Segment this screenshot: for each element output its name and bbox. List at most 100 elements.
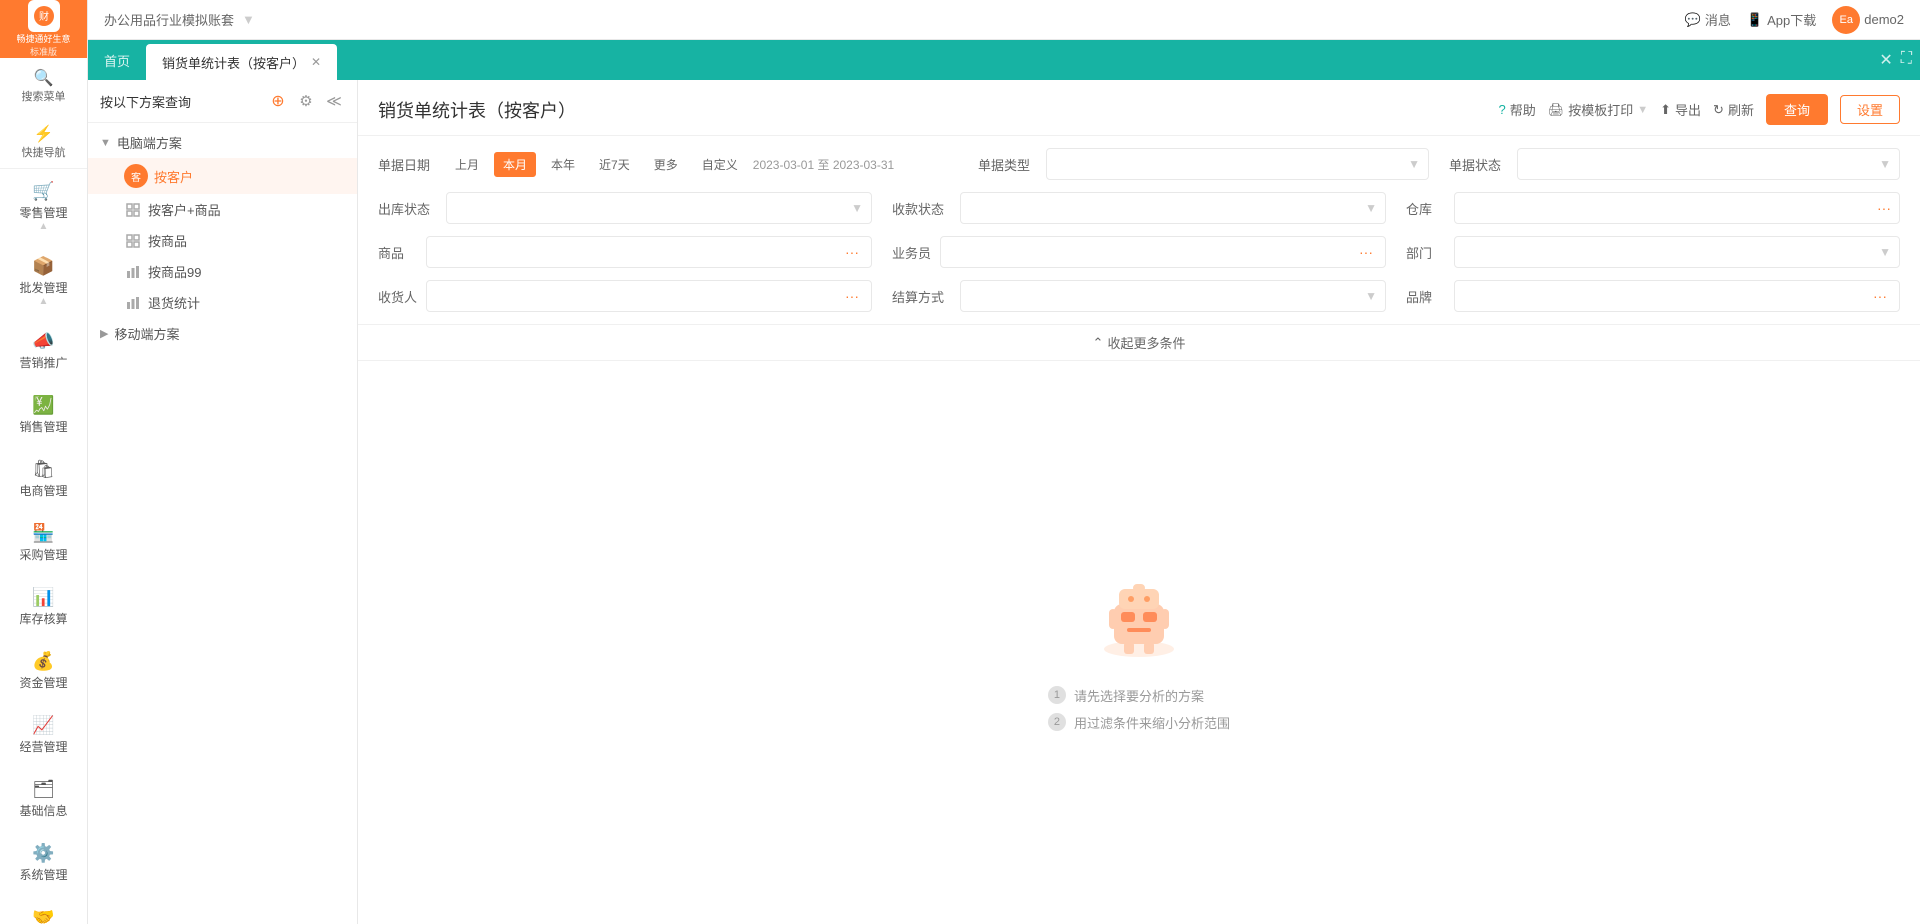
type-select[interactable]: ▼ <box>1046 148 1429 180</box>
inventory-icon: 📊 <box>32 587 54 608</box>
dropdown-icon: ▼ <box>242 12 255 27</box>
sidebar-item-purchase[interactable]: 🏪 采购管理 <box>0 511 87 575</box>
active-dot-icon: 客 <box>124 164 148 188</box>
tree-item-by-customer-product[interactable]: 按客户+商品 <box>88 194 357 225</box>
sidebar-logo[interactable]: 财 畅捷通好生意 标准版 <box>0 0 88 58</box>
sidebar-item-retail[interactable]: 🛒 零售管理 ▲ <box>0 169 87 244</box>
settlement-select[interactable]: ▼ <box>960 280 1386 312</box>
left-panel-actions: ⊕ ⚙ ≪ <box>267 90 345 112</box>
tree-item-refund-stats[interactable]: 退货统计 <box>88 287 357 318</box>
settings-btn[interactable]: 设置 <box>1840 95 1900 124</box>
maximize-window-icon[interactable]: ⛶ <box>1901 50 1912 70</box>
collapse-panel-btn[interactable]: ≪ <box>323 90 345 112</box>
industry-label: 办公用品行业模拟账套 <box>104 10 234 29</box>
sidebar-item-marketing[interactable]: 📣 营销推广 <box>0 319 87 383</box>
sidebar-item-inventory[interactable]: 📊 库存核算 <box>0 575 87 639</box>
marketing-icon: 📣 <box>32 331 54 352</box>
date-btn-this-month[interactable]: 本月 <box>494 152 536 177</box>
print-btn[interactable]: 🖨 按模板打印 ▼ <box>1548 100 1648 119</box>
date-btn-last-month[interactable]: 上月 <box>446 152 488 177</box>
filter-settlement: 结算方式 ▼ <box>892 280 1386 312</box>
wholesale-icon: 📦 <box>32 256 54 277</box>
chevron-right-icon: ▶ <box>100 327 108 340</box>
sidebar-item-operations[interactable]: 📈 经营管理 <box>0 703 87 767</box>
type-label: 单据类型 <box>978 155 1038 174</box>
filter-type: 单据类型 ▼ <box>978 148 1429 180</box>
logo-icon: 财 <box>28 0 60 32</box>
query-btn[interactable]: 查询 <box>1766 94 1828 125</box>
warehouse-dots-icon: ··· <box>1877 200 1891 216</box>
consignee-select[interactable]: ··· <box>426 280 872 312</box>
print-icon: 🖨 <box>1548 102 1565 118</box>
sidebar-search[interactable]: 🔍 搜索菜单 <box>0 58 87 114</box>
right-content: 销货单统计表（按客户） ? 帮助 🖨 按模板打印 ▼ ⬆ 导出 <box>358 80 1920 924</box>
finance-icon: 💰 <box>32 651 54 672</box>
settlement-label: 结算方式 <box>892 287 952 306</box>
tree-parent-mobile[interactable]: ▶ 移动端方案 <box>88 318 357 349</box>
salesman-label: 业务员 <box>892 243 932 262</box>
date-btn-this-year[interactable]: 本年 <box>542 152 584 177</box>
date-btn-custom[interactable]: 自定义 <box>693 152 747 177</box>
grid-icon-1 <box>124 201 142 219</box>
status-dropdown-icon: ▼ <box>1879 157 1891 171</box>
receipt-status-select[interactable]: ▼ <box>960 192 1386 224</box>
product-dots-icon: ··· <box>841 244 863 260</box>
department-select[interactable]: ▼ <box>1454 236 1900 268</box>
salesman-select[interactable]: ··· <box>940 236 1386 268</box>
sidebar-item-ecommerce[interactable]: 🛍 电商管理 <box>0 447 87 511</box>
date-group: 上月 本月 本年 近7天 更多 自定义 2023-03-01 至 2023-03… <box>446 152 958 177</box>
user-profile[interactable]: Ea demo2 <box>1832 6 1904 34</box>
date-btn-7days[interactable]: 近7天 <box>590 152 639 177</box>
tree-item-by-product-99[interactable]: 按商品99 <box>88 256 357 287</box>
print-dropdown-icon: ▼ <box>1637 104 1648 116</box>
tree-item-by-customer[interactable]: 客 按客户 <box>88 158 357 194</box>
collapse-bar[interactable]: ⌃ 收起更多条件 <box>358 325 1920 361</box>
tree-parent-desktop[interactable]: ▼ 电脑端方案 <box>88 127 357 158</box>
refresh-btn[interactable]: ↻ 刷新 <box>1713 100 1754 119</box>
sidebar-item-sales[interactable]: 💹 销售管理 <box>0 383 87 447</box>
tab-bar: 首页 销货单统计表（按客户） ✕ ✕ ⛶ <box>88 40 1920 80</box>
tab-close-btn[interactable]: ✕ <box>311 55 321 69</box>
out-status-select[interactable]: ▼ <box>446 192 872 224</box>
settings-scheme-btn[interactable]: ⚙ <box>295 90 317 112</box>
filter-area: 单据日期 上月 本月 本年 近7天 更多 自定义 2023-03-01 至 20… <box>358 136 1920 325</box>
sidebar-shortcut[interactable]: ⚡ 快捷导航 <box>0 114 87 169</box>
tab-sales-report[interactable]: 销货单统计表（按客户） ✕ <box>146 44 337 80</box>
sidebar-item-wholesale[interactable]: 📦 批发管理 ▲ <box>0 244 87 319</box>
retail-icon: 🛒 <box>32 181 54 202</box>
help-btn[interactable]: ? 帮助 <box>1498 100 1535 119</box>
purchase-icon: 🏪 <box>32 523 54 544</box>
left-panel-title: 按以下方案查询 <box>100 92 191 111</box>
filter-row-4: 收货人 ··· 结算方式 ▼ <box>378 280 1900 312</box>
content-area: 按以下方案查询 ⊕ ⚙ ≪ ▼ 电脑端方案 <box>88 80 1920 924</box>
settlement-dropdown-icon: ▼ <box>1365 289 1377 303</box>
sidebar-item-enterprise-coop[interactable]: 🤝 企业协同 <box>0 895 87 924</box>
status-select[interactable]: ▼ <box>1517 148 1900 180</box>
date-btn-more[interactable]: 更多 <box>645 152 687 177</box>
main-area: 办公用品行业模拟账套 ▼ 💬 消息 📱 App下载 Ea demo2 首页 <box>88 0 1920 924</box>
close-window-icon[interactable]: ✕ <box>1879 50 1892 70</box>
export-btn[interactable]: ⬆ 导出 <box>1660 100 1701 119</box>
date-label: 单据日期 <box>378 155 438 174</box>
product-select[interactable]: ··· <box>426 236 872 268</box>
receipt-status-label: 收款状态 <box>892 199 952 218</box>
page-title: 销货单统计表（按客户） <box>378 97 576 123</box>
empty-hint-2: 2 用过滤条件来缩小分析范围 <box>1048 713 1230 732</box>
out-status-dropdown-icon: ▼ <box>851 201 863 215</box>
sidebar-item-finance[interactable]: 💰 资金管理 <box>0 639 87 703</box>
brand-select[interactable]: ··· <box>1454 280 1900 312</box>
empty-state: 1 请先选择要分析的方案 2 用过滤条件来缩小分析范围 <box>358 361 1920 924</box>
tab-home[interactable]: 首页 <box>88 40 146 80</box>
system-icon: ⚙️ <box>32 843 54 864</box>
date-range-display: 2023-03-01 至 2023-03-31 <box>753 156 894 173</box>
consignee-label: 收货人 <box>378 287 418 306</box>
sidebar-item-basic[interactable]: 🗂 基础信息 <box>0 767 87 831</box>
tree-item-by-product[interactable]: 按商品 <box>88 225 357 256</box>
warehouse-select[interactable]: ··· <box>1454 192 1900 224</box>
mobile-section-label: 移动端方案 <box>114 324 179 343</box>
sidebar-item-system[interactable]: ⚙️ 系统管理 <box>0 831 87 895</box>
add-scheme-btn[interactable]: ⊕ <box>267 90 289 112</box>
consignee-dots-icon: ··· <box>841 288 863 304</box>
app-download-btn[interactable]: 📱 App下载 <box>1747 10 1816 29</box>
message-btn[interactable]: 💬 消息 <box>1685 10 1731 29</box>
